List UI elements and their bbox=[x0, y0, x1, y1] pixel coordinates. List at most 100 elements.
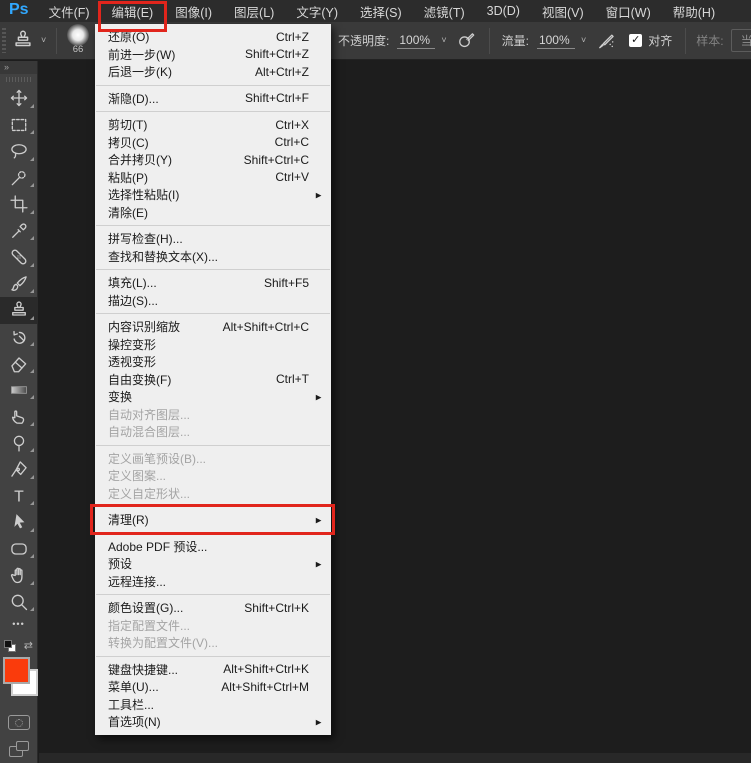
move-tool[interactable] bbox=[0, 85, 37, 112]
opacity-label: 不透明度: bbox=[338, 32, 389, 49]
menu-item-toolbar[interactable]: 工具栏... bbox=[95, 696, 331, 714]
zoom-tool[interactable] bbox=[0, 589, 37, 616]
rounded-rectangle-tool[interactable] bbox=[0, 536, 37, 563]
menu-item-step-forward[interactable]: 前进一步(W)Shift+Ctrl+Z bbox=[95, 46, 331, 64]
menu-item-label: 指定配置文件... bbox=[108, 617, 190, 634]
sample-dropdown[interactable]: 当前 bbox=[731, 29, 751, 52]
menubar-item-filter[interactable]: 滤镜(T) bbox=[413, 0, 476, 22]
menu-item-menus[interactable]: 菜单(U)...Alt+Shift+Ctrl+M bbox=[95, 678, 331, 696]
menu-item-label: 键盘快捷键... bbox=[108, 661, 178, 678]
quick-selection-tool[interactable] bbox=[0, 165, 37, 192]
menu-item-puppet-warp[interactable]: 操控变形 bbox=[95, 336, 331, 354]
menu-item-label: 拷贝(C) bbox=[108, 134, 149, 151]
menu-item-label: 前进一步(W) bbox=[108, 46, 175, 63]
clone-stamp-tool[interactable] bbox=[0, 297, 37, 324]
crop-tool[interactable] bbox=[0, 191, 37, 218]
flyout-indicator-icon bbox=[30, 289, 34, 293]
swap-colors-icon[interactable]: ⇄ bbox=[24, 639, 33, 652]
status-bar-area bbox=[39, 753, 751, 763]
menubar-item-view[interactable]: 视图(V) bbox=[531, 0, 595, 22]
pen-icon bbox=[9, 459, 29, 479]
menu-item-copy[interactable]: 拷贝(C) Ctrl+C bbox=[95, 134, 331, 152]
menu-item-adobe-pdf-presets[interactable]: Adobe PDF 预设... bbox=[95, 538, 331, 556]
menubar-item-window[interactable]: 窗口(W) bbox=[595, 0, 662, 22]
brush-tool[interactable] bbox=[0, 271, 37, 298]
type-tool[interactable]: T bbox=[0, 483, 37, 510]
menu-item-cut[interactable]: 剪切(T)Ctrl+X bbox=[95, 116, 331, 134]
menu-item-perspective-warp[interactable]: 透视变形 bbox=[95, 353, 331, 371]
quick-mask-mode-button[interactable] bbox=[8, 715, 30, 730]
history-brush-tool[interactable] bbox=[0, 324, 37, 351]
menu-item-transform[interactable]: 变换▶ bbox=[95, 388, 331, 406]
menu-item-convert-to-profile: 转换为配置文件(V)... bbox=[95, 634, 331, 652]
menu-separator bbox=[96, 506, 330, 507]
menu-item-content-aware-scale[interactable]: 内容识别缩放Alt+Shift+Ctrl+C bbox=[95, 318, 331, 336]
menu-item-shortcut: Ctrl+C bbox=[275, 135, 309, 149]
menubar-item-3d[interactable]: 3D(D) bbox=[476, 0, 531, 22]
menubar-item-type[interactable]: 文字(Y) bbox=[285, 0, 349, 22]
tablet-pressure-opacity-icon[interactable] bbox=[457, 31, 476, 50]
menu-item-fill[interactable]: 填充(L)...Shift+F5 bbox=[95, 274, 331, 292]
menu-item-shortcut: Shift+Ctrl+C bbox=[244, 153, 309, 167]
pen-tool[interactable] bbox=[0, 456, 37, 483]
menu-item-find-and-replace-text[interactable]: 查找和替换文本(X)... bbox=[95, 248, 331, 266]
svg-text:T: T bbox=[14, 488, 24, 505]
menu-item-keyboard-shortcuts[interactable]: 键盘快捷键...Alt+Shift+Ctrl+K bbox=[95, 661, 331, 679]
menu-item-clear[interactable]: 清除(E) bbox=[95, 204, 331, 222]
hand-tool[interactable] bbox=[0, 562, 37, 589]
menu-item-stroke[interactable]: 描边(S)... bbox=[95, 292, 331, 310]
menu-item-paste[interactable]: 粘贴(P)Ctrl+V bbox=[95, 169, 331, 187]
menu-item-paste-special[interactable]: 选择性粘贴(I)▶ bbox=[95, 186, 331, 204]
screen-mode-button[interactable] bbox=[9, 741, 29, 757]
tools-panel-grip[interactable] bbox=[6, 75, 31, 84]
lasso-icon bbox=[9, 141, 29, 161]
opacity-input[interactable]: 100% bbox=[397, 32, 435, 49]
menubar-item-image[interactable]: 图像(I) bbox=[164, 0, 223, 22]
rectangular-marquee-tool[interactable] bbox=[0, 112, 37, 139]
menu-item-undo[interactable]: 还原(O)Ctrl+Z bbox=[95, 28, 331, 46]
menu-item-purge[interactable]: 清理(R)▶ bbox=[95, 511, 331, 529]
separator bbox=[489, 28, 490, 54]
brush-tip-preview bbox=[67, 24, 89, 46]
menubar-item-edit[interactable]: 编辑(E) bbox=[101, 0, 165, 22]
menu-item-label: 填充(L)... bbox=[108, 274, 157, 291]
chevron-down-icon[interactable]: ˅ bbox=[441, 36, 446, 45]
edit-toolbar-button[interactable]: ••• bbox=[0, 615, 37, 635]
menubar-item-layer[interactable]: 图层(L) bbox=[223, 0, 285, 22]
menu-item-step-backward[interactable]: 后退一步(K)Alt+Ctrl+Z bbox=[95, 63, 331, 81]
smudge-tool[interactable] bbox=[0, 403, 37, 430]
options-bar-grip[interactable] bbox=[2, 28, 6, 53]
eraser-tool[interactable] bbox=[0, 350, 37, 377]
clone-stamp-tool-preset-icon[interactable] bbox=[12, 29, 34, 51]
menu-item-remote-connections[interactable]: 远程连接... bbox=[95, 573, 331, 591]
menubar-item-select[interactable]: 选择(S) bbox=[349, 0, 413, 22]
lasso-tool[interactable] bbox=[0, 138, 37, 165]
flow-input[interactable]: 100% bbox=[537, 32, 575, 49]
menu-item-label: 自由变换(F) bbox=[108, 371, 171, 388]
collapse-panel-button[interactable]: » bbox=[0, 61, 37, 74]
menu-item-presets[interactable]: 预设▶ bbox=[95, 555, 331, 573]
spot-healing-brush-tool[interactable] bbox=[0, 244, 37, 271]
dodge-tool[interactable] bbox=[0, 430, 37, 457]
align-label[interactable]: 对齐 bbox=[648, 32, 672, 49]
flyout-indicator-icon bbox=[30, 528, 34, 532]
brush-preset-picker[interactable]: 66 bbox=[64, 24, 92, 58]
align-checkbox[interactable]: ✓ bbox=[629, 34, 642, 47]
chevron-down-icon[interactable]: ˅ bbox=[41, 36, 46, 45]
menu-item-preferences[interactable]: 首选项(N)▶ bbox=[95, 713, 331, 731]
path-selection-tool[interactable] bbox=[0, 509, 37, 536]
menu-item-fade[interactable]: 渐隐(D)...Shift+Ctrl+F bbox=[95, 90, 331, 108]
airbrush-icon[interactable] bbox=[596, 31, 616, 51]
flyout-indicator-icon bbox=[30, 422, 34, 426]
menubar-item-file[interactable]: 文件(F) bbox=[38, 0, 101, 22]
menu-item-free-transform[interactable]: 自由变换(F)Ctrl+T bbox=[95, 371, 331, 389]
menu-item-copy-merged[interactable]: 合并拷贝(Y)Shift+Ctrl+C bbox=[95, 151, 331, 169]
menu-item-check-spelling[interactable]: 拼写检查(H)... bbox=[95, 230, 331, 248]
menu-item-color-settings[interactable]: 颜色设置(G)...Shift+Ctrl+K bbox=[95, 599, 331, 617]
gradient-tool[interactable] bbox=[0, 377, 37, 404]
default-colors-icon[interactable] bbox=[4, 640, 16, 652]
foreground-color-swatch[interactable] bbox=[3, 657, 30, 684]
eyedropper-tool[interactable] bbox=[0, 218, 37, 245]
menubar-item-help[interactable]: 帮助(H) bbox=[662, 0, 726, 22]
chevron-down-icon[interactable]: ˅ bbox=[581, 36, 586, 45]
